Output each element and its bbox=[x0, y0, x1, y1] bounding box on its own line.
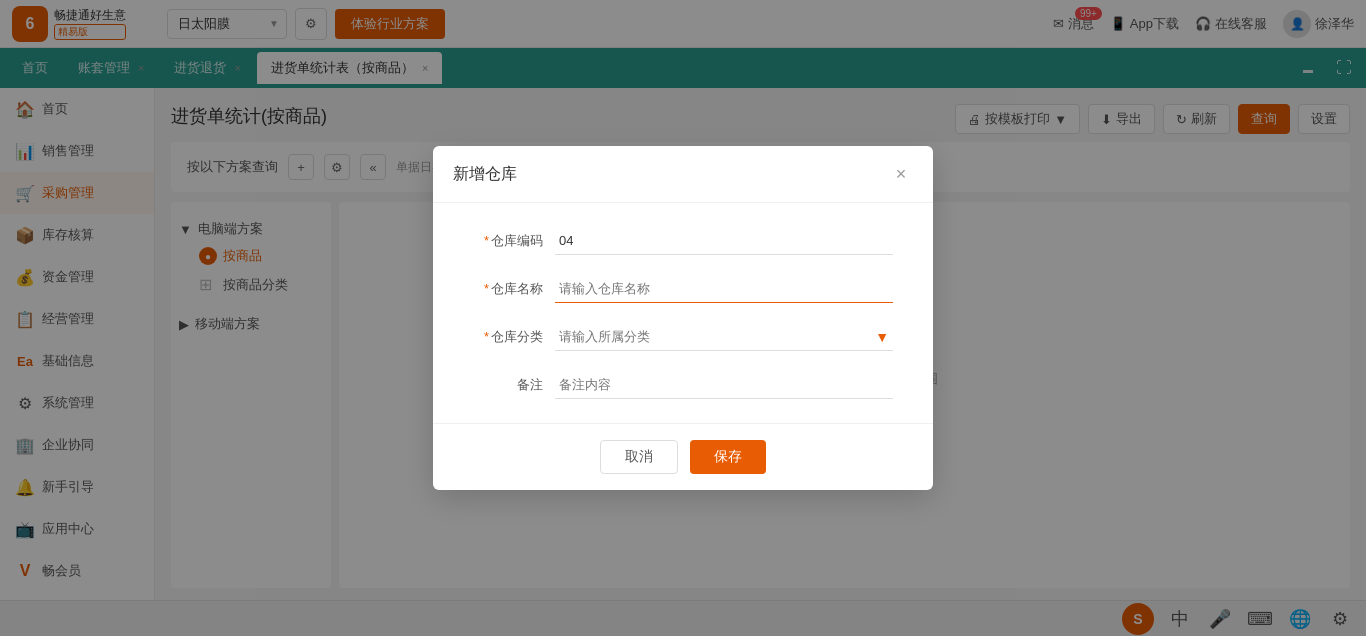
warehouse-category-label: 仓库分类 bbox=[473, 328, 543, 346]
warehouse-name-label: 仓库名称 bbox=[473, 280, 543, 298]
modal-close-button[interactable]: × bbox=[889, 162, 913, 186]
modal-header: 新增仓库 × bbox=[433, 146, 933, 203]
modal-body: 仓库编码 仓库名称 仓库分类 ▼ 备注 bbox=[433, 203, 933, 423]
save-button[interactable]: 保存 bbox=[690, 440, 766, 474]
remark-row: 备注 bbox=[473, 371, 893, 399]
warehouse-category-input[interactable] bbox=[555, 323, 893, 351]
remark-input[interactable] bbox=[555, 371, 893, 399]
warehouse-category-wrap: ▼ bbox=[555, 323, 893, 351]
cancel-button[interactable]: 取消 bbox=[600, 440, 678, 474]
warehouse-code-label: 仓库编码 bbox=[473, 232, 543, 250]
remark-label: 备注 bbox=[473, 376, 543, 394]
warehouse-code-input[interactable] bbox=[555, 227, 893, 255]
modal-title: 新增仓库 bbox=[453, 164, 517, 185]
warehouse-category-row: 仓库分类 ▼ bbox=[473, 323, 893, 351]
warehouse-code-row: 仓库编码 bbox=[473, 227, 893, 255]
warehouse-modal: 新增仓库 × 仓库编码 仓库名称 仓库分类 ▼ bbox=[433, 146, 933, 490]
modal-overlay[interactable]: 新增仓库 × 仓库编码 仓库名称 仓库分类 ▼ bbox=[0, 0, 1366, 636]
warehouse-name-row: 仓库名称 bbox=[473, 275, 893, 303]
modal-footer: 取消 保存 bbox=[433, 423, 933, 490]
warehouse-name-input[interactable] bbox=[555, 275, 893, 303]
